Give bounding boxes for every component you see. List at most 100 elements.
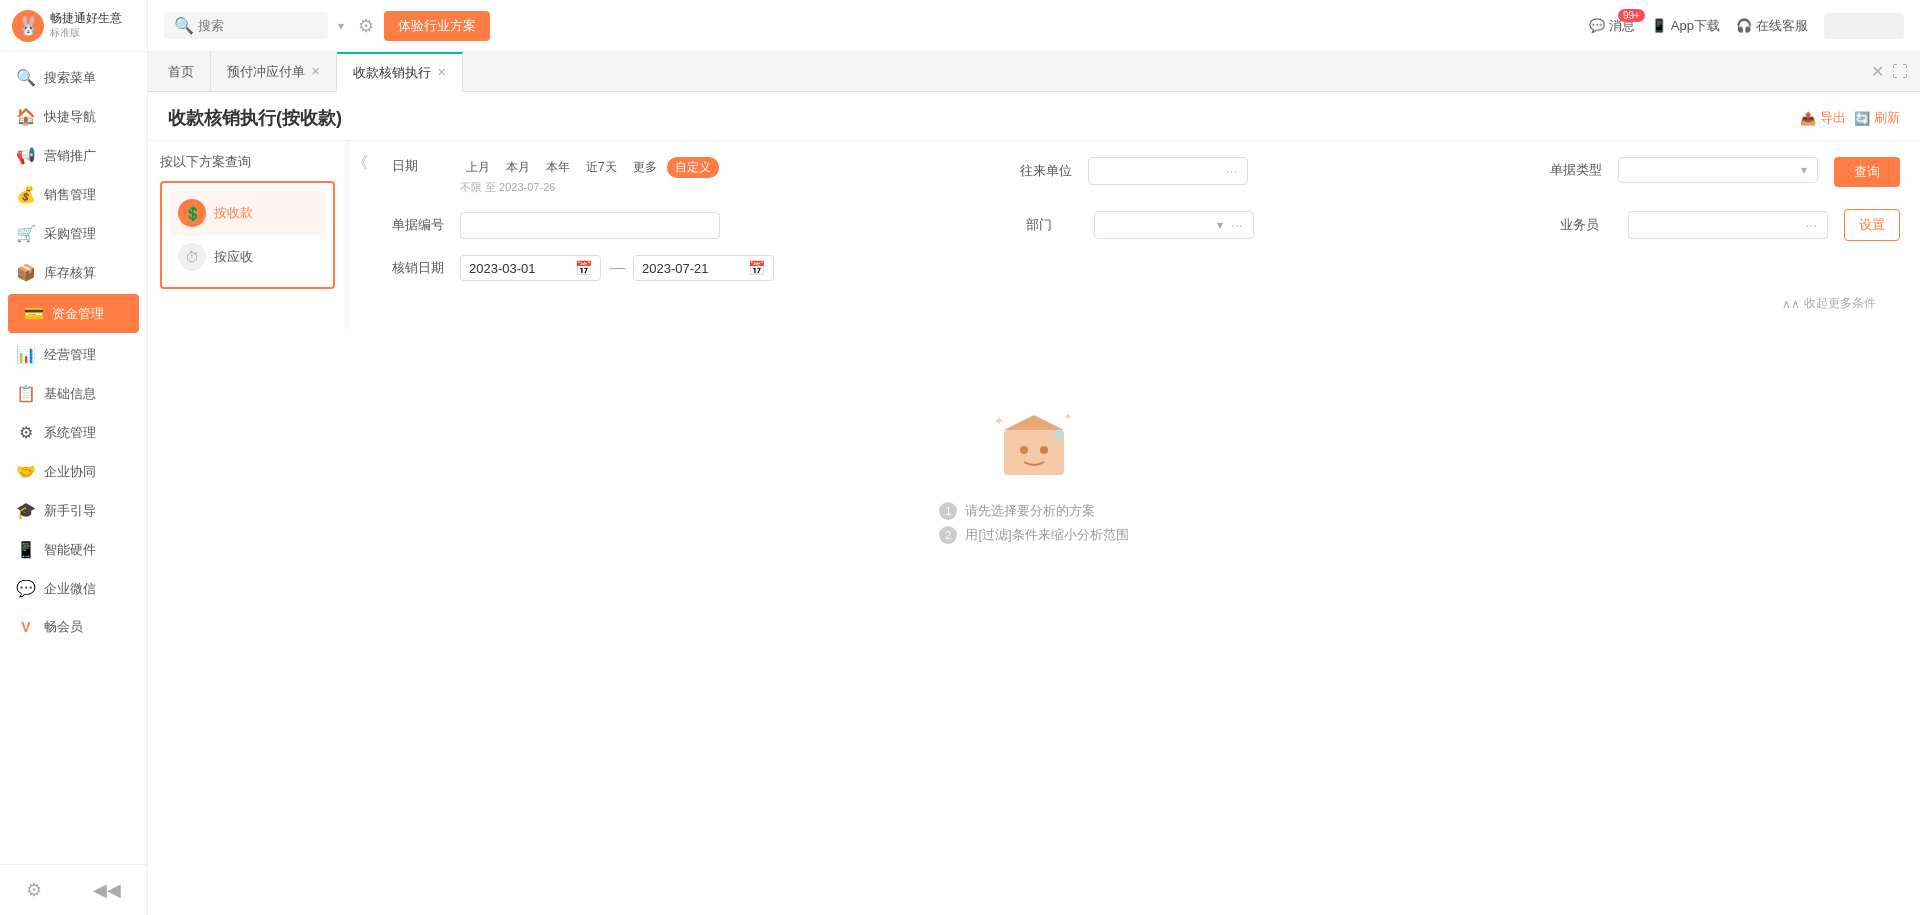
- window-controls: ✕ ⛶: [1871, 62, 1916, 81]
- date-tab-custom[interactable]: 自定义: [667, 157, 719, 178]
- sidebar-item-guide[interactable]: 🎓 新手引导: [0, 491, 147, 530]
- app-download-button[interactable]: 📱 App下载: [1651, 17, 1720, 35]
- sidebar-item-basic-info[interactable]: 📋 基础信息: [0, 374, 147, 413]
- tab-prepay[interactable]: 预付冲应付单 ✕: [211, 52, 337, 92]
- page-header: 收款核销执行(按收款) 📤 导出 🔄 刷新: [148, 92, 1920, 141]
- search-input[interactable]: [198, 18, 318, 33]
- enterprise-icon: 🤝: [16, 462, 36, 481]
- staff-dots-icon[interactable]: ···: [1805, 217, 1817, 233]
- sidebar-item-marketing[interactable]: 📢 营销推广: [0, 136, 147, 175]
- home-tab-label: 首页: [168, 63, 194, 81]
- date-tab-more[interactable]: 更多: [627, 157, 663, 178]
- online-service-button[interactable]: 🎧 在线客服: [1736, 17, 1808, 35]
- prepay-tab-close-icon[interactable]: ✕: [311, 65, 320, 78]
- receivable-tab-close-icon[interactable]: ✕: [437, 66, 446, 79]
- sidebar-item-label: 新手引导: [44, 502, 96, 520]
- collapse-sidebar-btn[interactable]: ◀◀: [85, 875, 129, 905]
- receipt-option-icon: 💲: [178, 199, 206, 227]
- collapse-panel-btn[interactable]: 《: [352, 141, 372, 330]
- sidebar: 🐰 畅捷通好生意 标准版 🔍 搜索菜单 🏠 快捷导航 📢 营销推广 💰 销售管理…: [0, 0, 148, 915]
- dept-select[interactable]: ▾ ···: [1094, 211, 1254, 239]
- tab-receivable[interactable]: 收款核销执行 ✕: [337, 52, 463, 92]
- date-tab-7days[interactable]: 近7天: [580, 157, 623, 178]
- receivable-tab-label: 收款核销执行: [353, 64, 431, 82]
- filter-area: 按以下方案查询 💲 按收款 ⏱ 按应收 《: [148, 141, 1920, 330]
- receivable-option-icon: ⏱: [178, 243, 206, 271]
- date-tab-last-month[interactable]: 上月: [460, 157, 496, 178]
- refresh-label: 刷新: [1874, 109, 1900, 127]
- sidebar-item-vip[interactable]: V 畅会员: [0, 608, 147, 646]
- refresh-button[interactable]: 🔄 刷新: [1854, 109, 1900, 127]
- receivable-option-label: 按应收: [214, 248, 253, 266]
- calendar-start-icon[interactable]: 📅: [575, 260, 592, 276]
- filter-option-by-receipt[interactable]: 💲 按收款: [170, 191, 325, 235]
- collapse-more-btn[interactable]: ∧∧ 收起更多条件: [392, 289, 1900, 314]
- empty-state: ✦ ✦ 1 请先选择要分析的方案 2 用[过滤]条件来缩小分析范围: [148, 330, 1920, 604]
- date-range-separator: —: [609, 259, 625, 277]
- setting-button[interactable]: 设置: [1844, 209, 1900, 241]
- query-button[interactable]: 查询: [1834, 157, 1900, 187]
- message-button[interactable]: 💬 消息 99+: [1589, 17, 1635, 35]
- counterpart-dots-icon[interactable]: ···: [1226, 163, 1238, 179]
- close-window-icon[interactable]: ✕: [1871, 62, 1884, 81]
- staff-select[interactable]: ···: [1628, 211, 1828, 239]
- sidebar-item-label: 畅会员: [44, 618, 83, 636]
- sidebar-item-label: 企业协同: [44, 463, 96, 481]
- marketing-icon: 📢: [16, 146, 36, 165]
- sidebar-item-enterprise[interactable]: 🤝 企业协同: [0, 452, 147, 491]
- maximize-window-icon[interactable]: ⛶: [1892, 63, 1908, 81]
- settings-footer-icon[interactable]: ⚙: [18, 875, 50, 905]
- sidebar-item-search-menu[interactable]: 🔍 搜索菜单: [0, 58, 147, 97]
- search-bar[interactable]: 🔍: [164, 12, 328, 39]
- date-tab-this-month[interactable]: 本月: [500, 157, 536, 178]
- empty-illustration: ✦ ✦: [974, 390, 1094, 490]
- sidebar-item-label: 快捷导航: [44, 108, 96, 126]
- topbar: 🔍 ▾ ⚙ 体验行业方案 💬 消息 99+ 📱 App下载 🎧 在线客服: [148, 0, 1920, 52]
- counterpart-label: 往来单位: [1020, 162, 1080, 180]
- doc-type-chevron-icon: ▾: [1801, 163, 1807, 177]
- sidebar-item-weixin[interactable]: 💬 企业微信: [0, 569, 147, 608]
- refresh-icon: 🔄: [1854, 111, 1870, 126]
- date-tab-this-year[interactable]: 本年: [540, 157, 576, 178]
- logo-text-block: 畅捷通好生意 标准版: [50, 11, 122, 41]
- verify-date-end-input[interactable]: [642, 261, 742, 276]
- chevron-down-icon[interactable]: ▾: [338, 19, 344, 33]
- user-profile[interactable]: [1824, 13, 1904, 39]
- topbar-gear-icon[interactable]: ⚙: [358, 15, 374, 37]
- calendar-end-icon[interactable]: 📅: [748, 260, 765, 276]
- sidebar-item-sys-mgr[interactable]: ⚙ 系统管理: [0, 413, 147, 452]
- dept-dots-icon[interactable]: ···: [1231, 217, 1243, 233]
- doc-num-input[interactable]: [460, 212, 720, 239]
- sidebar-nav: 🔍 搜索菜单 🏠 快捷导航 📢 营销推广 💰 销售管理 🛒 采购管理 📦 库存核…: [0, 52, 147, 864]
- verify-date-start-input[interactable]: [469, 261, 569, 276]
- sys-mgr-icon: ⚙: [16, 423, 36, 442]
- sidebar-item-inventory[interactable]: 📦 库存核算: [0, 253, 147, 292]
- filter-options-box: 💲 按收款 ⏱ 按应收: [160, 181, 335, 289]
- counterpart-select[interactable]: ···: [1088, 157, 1248, 185]
- collapse-up-icon: ∧∧: [1782, 297, 1800, 311]
- sidebar-item-hardware[interactable]: 📱 智能硬件: [0, 530, 147, 569]
- sidebar-item-sales[interactable]: 💰 销售管理: [0, 175, 147, 214]
- doc-type-select[interactable]: ▾: [1618, 157, 1818, 183]
- tab-home[interactable]: 首页: [152, 52, 211, 92]
- quick-nav-icon: 🏠: [16, 107, 36, 126]
- sidebar-item-label: 基础信息: [44, 385, 96, 403]
- doc-type-label: 单据类型: [1550, 161, 1610, 179]
- step-1-num: 1: [939, 502, 957, 520]
- export-button[interactable]: 📤 导出: [1800, 109, 1846, 127]
- empty-step-2: 2 用[过滤]条件来缩小分析范围: [939, 526, 1128, 544]
- sidebar-item-finance[interactable]: 💳 资金管理: [8, 294, 139, 333]
- verify-date-start-wrap: 📅: [460, 255, 601, 281]
- industry-solution-button[interactable]: 体验行业方案: [384, 11, 490, 41]
- sidebar-item-purchase[interactable]: 🛒 采购管理: [0, 214, 147, 253]
- sidebar-item-quick-nav[interactable]: 🏠 快捷导航: [0, 97, 147, 136]
- sidebar-item-biz-mgr[interactable]: 📊 经营管理: [0, 335, 147, 374]
- sidebar-item-label: 经营管理: [44, 346, 96, 364]
- app-name: 畅捷通好生意: [50, 11, 122, 27]
- sidebar-item-label: 系统管理: [44, 424, 96, 442]
- filter-option-by-receivable[interactable]: ⏱ 按应收: [170, 235, 325, 279]
- sidebar-item-label: 销售管理: [44, 186, 96, 204]
- app-icon: 📱: [1651, 18, 1667, 33]
- inventory-icon: 📦: [16, 263, 36, 282]
- export-label: 导出: [1820, 109, 1846, 127]
